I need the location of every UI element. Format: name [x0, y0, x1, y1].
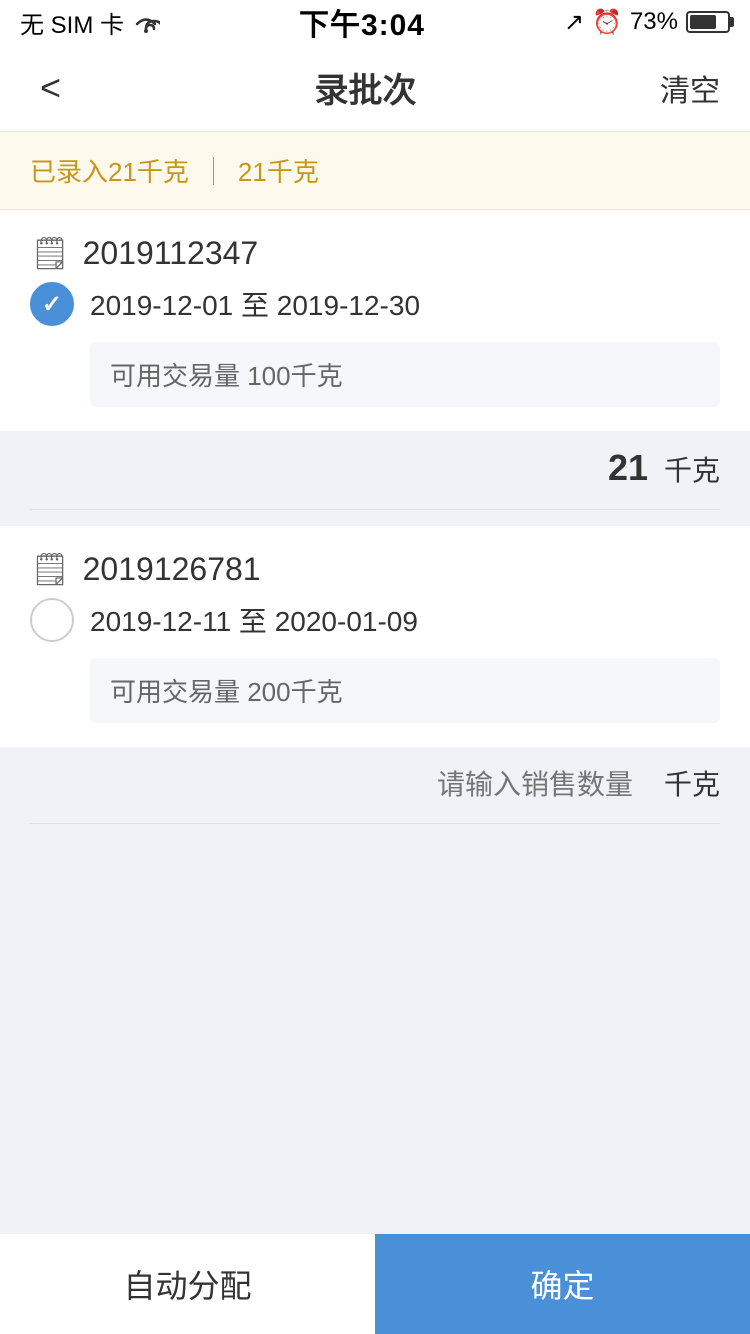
batch-avail-1: 可用交易量 100千克 — [90, 342, 720, 407]
bottom-bar: 自动分配 确定 — [0, 1234, 750, 1334]
status-bar: 无 SIM 卡 下午3:04 ↗ ⏰ 73% — [0, 0, 750, 44]
batch-header-2: 🗒 2019126781 — [30, 550, 720, 588]
status-right: ↗ ⏰ 73% — [564, 8, 730, 37]
batch-row-1: 2019-12-01 至 2019-12-30 — [30, 282, 720, 326]
radio-1[interactable] — [30, 282, 74, 326]
page-title: 录批次 — [315, 63, 417, 112]
auto-distribute-button[interactable]: 自动分配 — [0, 1234, 375, 1334]
input-unit-2: 千克 — [664, 763, 720, 803]
batch-id-1: 2019112347 — [83, 235, 259, 272]
battery-icon — [686, 11, 730, 33]
alarm-icon: ⏰ — [592, 8, 622, 37]
quantity-input-2[interactable] — [287, 769, 648, 801]
batch-amount-unit-1: 千克 — [664, 449, 720, 489]
batch-header-1: 🗒 2019112347 — [30, 234, 720, 272]
wifi-icon — [132, 11, 160, 33]
batch-date-2: 2019-12-11 至 2020-01-09 — [90, 600, 418, 640]
nav-bar: < 录批次 清空 — [0, 44, 750, 132]
batch-amount-area-1: 21 千克 — [0, 431, 750, 509]
doc-icon-1: 🗒 — [30, 234, 71, 272]
batch-input-area-2: 千克 — [0, 747, 750, 823]
batch-row-2: 2019-12-11 至 2020-01-09 — [30, 598, 720, 642]
carrier-label: 无 SIM 卡 — [20, 5, 124, 40]
radio-2[interactable] — [30, 598, 74, 642]
batch-date-1: 2019-12-01 至 2019-12-30 — [90, 284, 420, 324]
batch-amount-value-1: 21 — [608, 447, 648, 489]
status-time: 下午3:04 — [299, 0, 425, 44]
batch-item-1: 🗒 2019112347 2019-12-01 至 2019-12-30 可用交… — [0, 210, 750, 431]
doc-icon-2: 🗒 — [30, 550, 71, 588]
status-left: 无 SIM 卡 — [20, 5, 160, 40]
clear-button[interactable]: 清空 — [660, 66, 720, 110]
recorded-label: 已录入21千克 — [30, 152, 189, 189]
recorded-value: 21千克 — [238, 152, 319, 189]
location-icon: ↗ — [564, 8, 584, 37]
confirm-button[interactable]: 确定 — [375, 1234, 750, 1334]
batch-id-2: 2019126781 — [83, 551, 261, 588]
batch-avail-2: 可用交易量 200千克 — [90, 658, 720, 723]
info-divider — [213, 157, 214, 185]
info-banner: 已录入21千克 21千克 — [0, 132, 750, 210]
batch-item-2: 🗒 2019126781 2019-12-11 至 2020-01-09 可用交… — [0, 526, 750, 747]
back-button[interactable]: < — [30, 57, 71, 119]
battery-percent: 73% — [630, 8, 678, 36]
section-sep-1 — [0, 510, 750, 526]
